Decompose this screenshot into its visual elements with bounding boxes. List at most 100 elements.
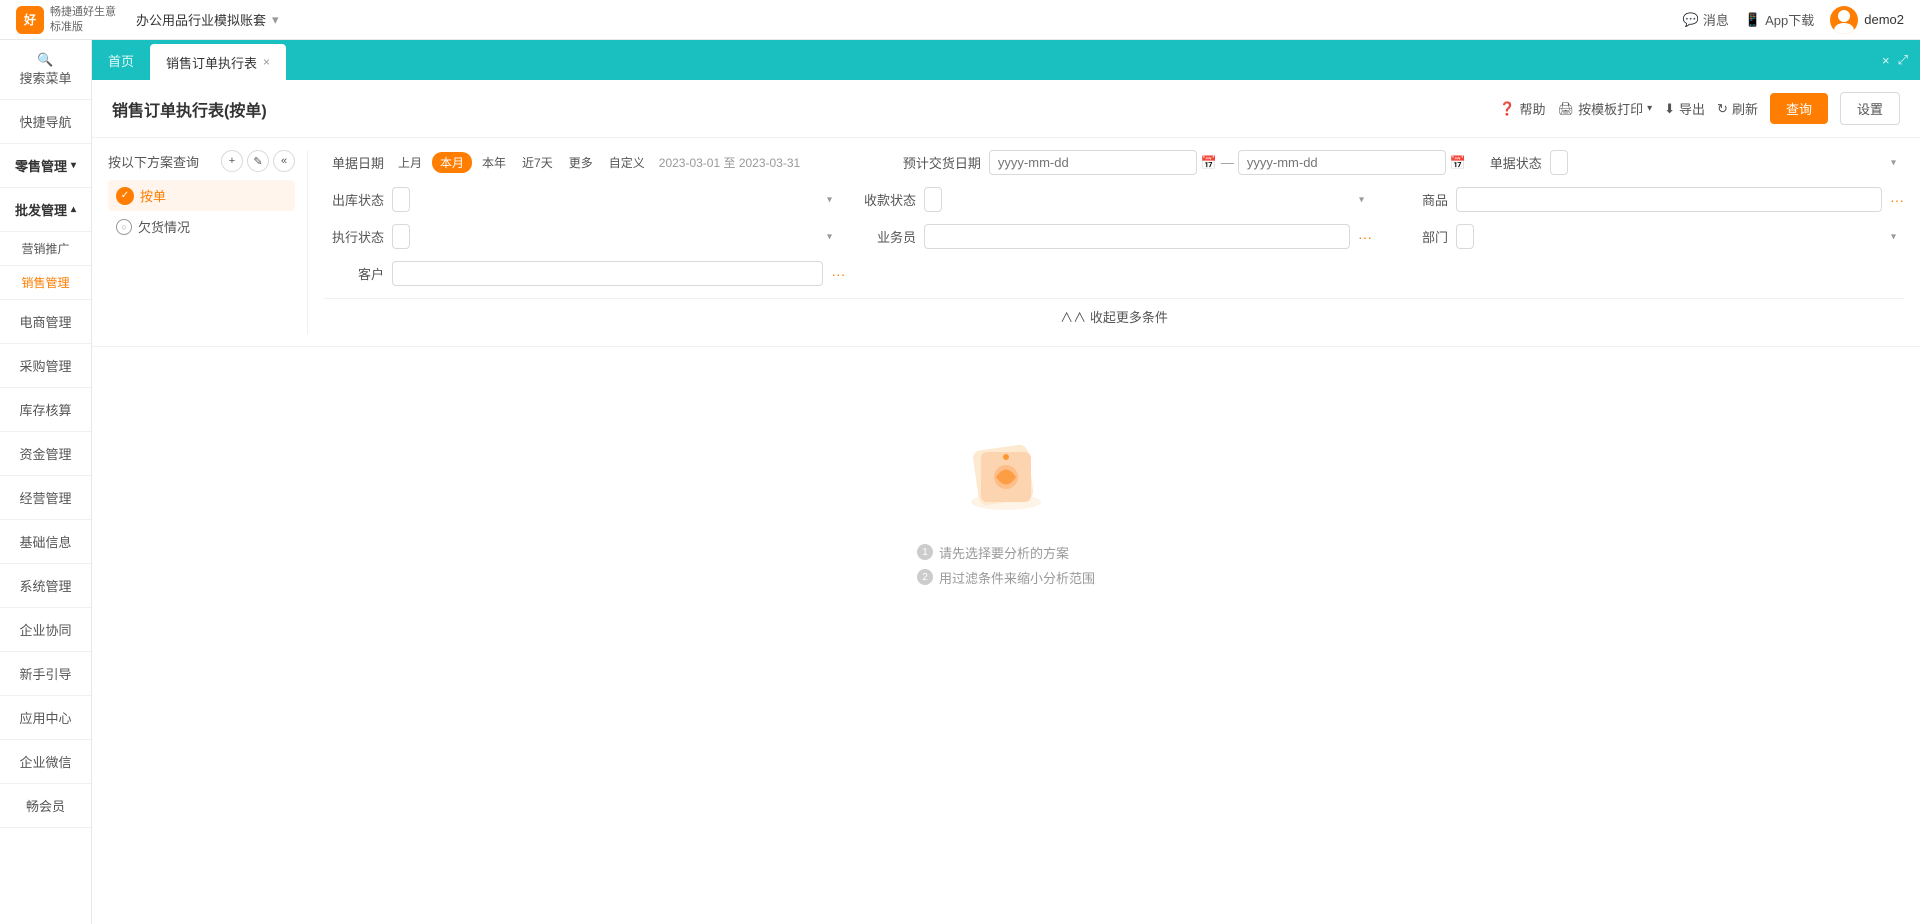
empty-tips-list: 1 请先选择要分析的方案 2 用过滤条件来缩小分析范围 xyxy=(917,543,1095,593)
filter-group-dept: 部门 ▾ xyxy=(1388,224,1904,249)
sidebar-item-wholesale[interactable]: 批发管理 ▴ xyxy=(0,188,91,232)
sidebar-item-marketing[interactable]: 营销推广 xyxy=(0,232,91,266)
receipt-status-select[interactable] xyxy=(924,187,942,212)
order-status-select-wrap: ▾ xyxy=(1550,150,1904,175)
out-status-select[interactable] xyxy=(392,187,410,212)
date-tab-this-year[interactable]: 本年 xyxy=(476,152,512,173)
top-bar-right: 💬 消息 📱 App下载 demo2 xyxy=(1683,6,1904,34)
sidebar-item-basic-info[interactable]: 基础信息 xyxy=(0,520,91,564)
out-status-label: 出库状态 xyxy=(324,190,384,209)
app-download-icon: 📱 xyxy=(1745,12,1761,28)
window-close-icon[interactable]: × xyxy=(1882,53,1890,68)
sidebar-item-system[interactable]: 系统管理 xyxy=(0,564,91,608)
exec-status-label: 执行状态 xyxy=(324,227,384,246)
receipt-status-label: 收款状态 xyxy=(856,190,916,209)
date-range-display: 2023-03-01 至 2023-03-31 xyxy=(659,154,800,171)
date-tab-custom[interactable]: 自定义 xyxy=(603,152,651,173)
print-button[interactable]: 🖨 按模板打印 ▾ xyxy=(1558,99,1653,118)
refresh-button[interactable]: ↻ 刷新 xyxy=(1717,99,1758,118)
page-header-actions: ❓ 帮助 🖨 按模板打印 ▾ ⬇ 导出 ↻ xyxy=(1499,92,1900,125)
order-status-chevron-icon: ▾ xyxy=(1891,157,1896,168)
tab-close-icon[interactable]: × xyxy=(263,55,270,69)
sidebar-item-inventory[interactable]: 库存核算 xyxy=(0,388,91,432)
filter-group-order-status: 单据状态 ▾ xyxy=(1482,150,1904,175)
dept-select-wrap: ▾ xyxy=(1456,224,1904,249)
help-button[interactable]: ❓ 帮助 xyxy=(1499,99,1545,118)
app-download-button[interactable]: 📱 App下载 xyxy=(1745,10,1814,29)
sidebar-item-operations[interactable]: 经营管理 xyxy=(0,476,91,520)
message-icon: 💬 xyxy=(1683,12,1699,28)
filter-group-date: 单据日期 上月 本月 本年 近7天 更多 自定义 2023-03-01 至 20… xyxy=(324,152,887,173)
empty-state-icon xyxy=(956,427,1056,527)
sidebar-item-ecommerce[interactable]: 电商管理 xyxy=(0,300,91,344)
product-more-icon[interactable]: ··· xyxy=(1890,192,1904,208)
sidebar-item-wechat[interactable]: 企业微信 xyxy=(0,740,91,784)
username-label: demo2 xyxy=(1864,12,1904,27)
sidebar-item-app-center[interactable]: 应用中心 xyxy=(0,696,91,740)
user-profile[interactable]: demo2 xyxy=(1830,6,1904,34)
date-tab-last-month[interactable]: 上月 xyxy=(392,152,428,173)
tab-home[interactable]: 首页 xyxy=(92,40,150,80)
filter-edit-button[interactable]: ✎ xyxy=(247,150,269,172)
dept-select[interactable] xyxy=(1456,224,1474,249)
calendar-end-icon[interactable]: 📅 xyxy=(1450,155,1466,171)
message-button[interactable]: 💬 消息 xyxy=(1683,10,1729,29)
avatar xyxy=(1830,6,1858,34)
refresh-icon: ↻ xyxy=(1717,101,1728,117)
export-icon: ⬇ xyxy=(1664,101,1675,117)
filter-collapse-button[interactable]: « xyxy=(273,150,295,172)
sidebar-item-quick-nav[interactable]: 快捷导航 xyxy=(0,100,91,144)
tip-number-2: 2 xyxy=(917,569,933,585)
salesman-label: 业务员 xyxy=(856,227,916,246)
product-input[interactable] xyxy=(1456,187,1882,212)
settings-button[interactable]: 设置 xyxy=(1840,92,1900,125)
export-button[interactable]: ⬇ 导出 xyxy=(1664,99,1705,118)
date-tabs: 上月 本月 本年 近7天 更多 自定义 xyxy=(392,152,651,173)
sidebar-item-newcomer[interactable]: 新手引导 xyxy=(0,652,91,696)
filter-row-1: 单据日期 上月 本月 本年 近7天 更多 自定义 2023-03-01 至 20… xyxy=(324,150,1904,175)
breadcrumb-dropdown-icon[interactable]: ▾ xyxy=(272,12,279,28)
customer-input[interactable] xyxy=(392,261,823,286)
sidebar-item-finance[interactable]: 资金管理 xyxy=(0,432,91,476)
tab-active[interactable]: 销售订单执行表 × xyxy=(150,44,286,80)
exec-status-select[interactable] xyxy=(392,224,410,249)
expected-date-start-input[interactable] xyxy=(989,150,1197,175)
sidebar-item-sales[interactable]: 销售管理 xyxy=(0,266,91,300)
salesman-more-icon[interactable]: ··· xyxy=(1358,229,1372,245)
sidebar-item-member[interactable]: 畅会员 xyxy=(0,784,91,828)
filter-add-button[interactable]: + xyxy=(221,150,243,172)
page-content: 销售订单执行表(按单) ❓ 帮助 🖨 按模板打印 ▾ ⬇ xyxy=(92,80,1920,924)
collapse-bar[interactable]: ∧∧ 收起更多条件 xyxy=(324,298,1904,334)
main-layout: 🔍 搜索菜单 快捷导航 零售管理 ▾ 批发管理 ▴ 营销推广 销售管理 电商管理… xyxy=(0,40,1920,924)
sidebar-item-retail[interactable]: 零售管理 ▾ xyxy=(0,144,91,188)
sidebar-item-search[interactable]: 🔍 搜索菜单 xyxy=(0,40,91,100)
order-status-select[interactable] xyxy=(1550,150,1568,175)
exec-status-chevron-icon: ▾ xyxy=(827,231,832,242)
filter-group-receipt-status: 收款状态 ▾ xyxy=(856,187,1372,212)
dept-label: 部门 xyxy=(1388,227,1448,246)
filter-scheme-item-0[interactable]: ✓ 按单 xyxy=(108,180,295,211)
calendar-start-icon[interactable]: 📅 xyxy=(1201,155,1217,171)
date-tab-7days[interactable]: 近7天 xyxy=(516,152,559,173)
filter-area: 按以下方案查询 + ✎ « ✓ 按单 ○ xyxy=(92,138,1920,347)
date-tab-more[interactable]: 更多 xyxy=(563,152,599,173)
salesman-input[interactable] xyxy=(924,224,1350,249)
filter-group-salesman: 业务员 ··· xyxy=(856,224,1372,249)
logo-text: 畅捷通好生意 标准版 xyxy=(50,5,116,34)
expected-date-end-input[interactable] xyxy=(1238,150,1446,175)
window-expand-icon[interactable]: ⤢ xyxy=(1898,52,1908,68)
filter-scheme-item-1[interactable]: ○ 欠货情况 xyxy=(108,211,295,242)
customer-more-icon[interactable]: ··· xyxy=(831,266,845,282)
logo-area: 好 畅捷通好生意 标准版 xyxy=(16,5,116,34)
page-title: 销售订单执行表(按单) xyxy=(112,97,267,121)
filter-right-panel: 单据日期 上月 本月 本年 近7天 更多 自定义 2023-03-01 至 20… xyxy=(308,150,1904,334)
page-inner: 销售订单执行表(按单) ❓ 帮助 🖨 按模板打印 ▾ ⬇ xyxy=(92,80,1920,924)
breadcrumb-text: 办公用品行业模拟账套 xyxy=(136,10,266,29)
chevron-down-icon: ▾ xyxy=(71,160,76,171)
filter-row-2: 出库状态 ▾ 收款状态 xyxy=(324,187,1904,212)
content-area: 首页 销售订单执行表 × × ⤢ 销售订单执行表(按单) ❓ xyxy=(92,40,1920,924)
sidebar-item-purchase[interactable]: 采购管理 xyxy=(0,344,91,388)
date-tab-this-month[interactable]: 本月 xyxy=(432,152,472,173)
sidebar-item-enterprise[interactable]: 企业协同 xyxy=(0,608,91,652)
query-button[interactable]: 查询 xyxy=(1770,93,1828,124)
